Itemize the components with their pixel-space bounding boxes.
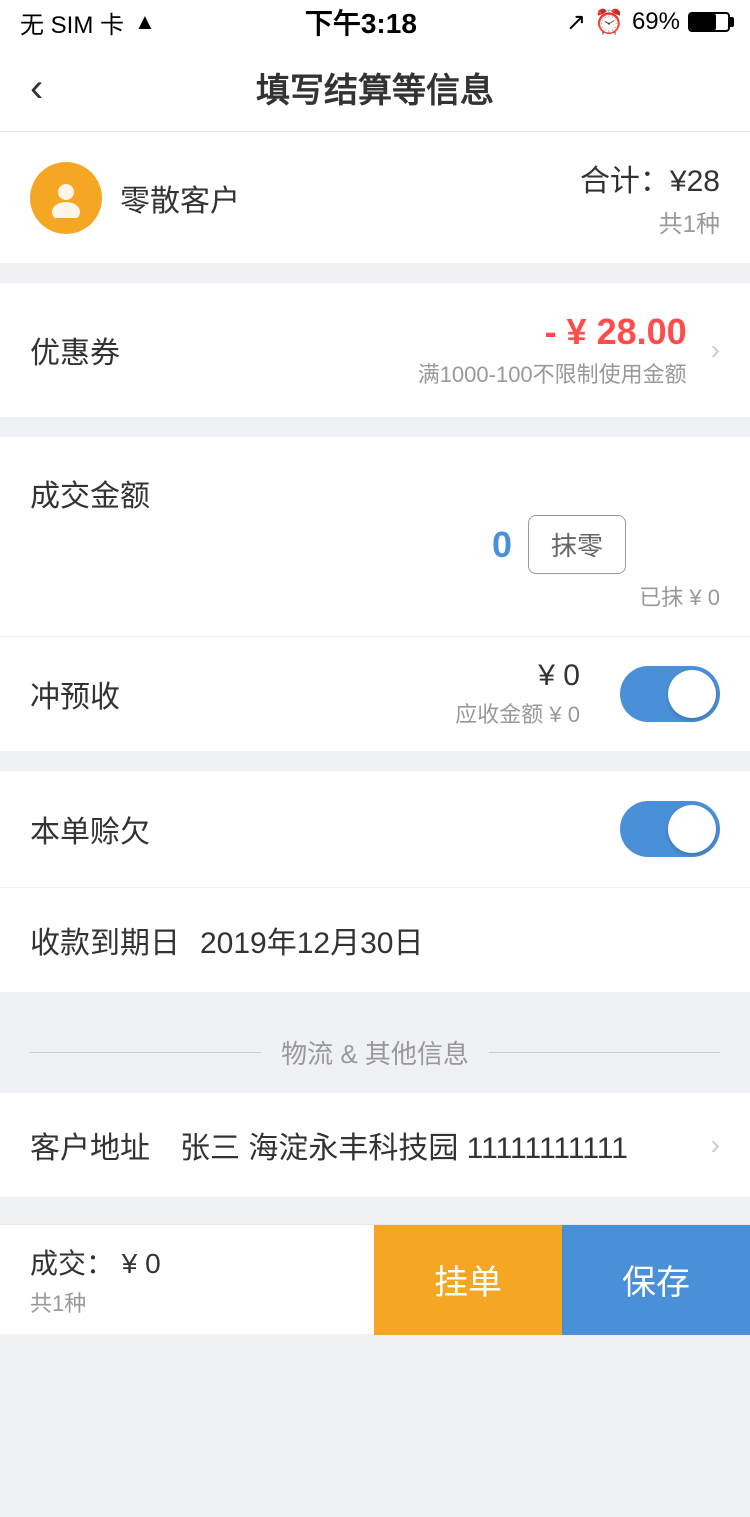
- summary-label: 成交：: [30, 1248, 114, 1279]
- status-right: ↗ ⏰ 69%: [566, 8, 730, 37]
- customer-count: 共1种: [580, 204, 720, 239]
- prepayment-values: ¥ 0 应收金额 ¥ 0: [455, 659, 580, 729]
- divider-2: [0, 417, 750, 437]
- prepayment-section: 冲预收 ¥ 0 应收金额 ¥ 0: [0, 636, 750, 751]
- bottom-summary-main: 成交： ¥ 0: [30, 1242, 344, 1282]
- coupon-value: - ¥ 28.00: [418, 311, 687, 353]
- wifi-icon: ▲: [134, 9, 156, 35]
- battery-icon: [688, 12, 730, 32]
- back-button[interactable]: ‹: [30, 68, 43, 108]
- transaction-section: 成交金额 抹零 已抹 ¥ 0: [0, 437, 750, 636]
- status-bar: 无 SIM 卡 ▲ 下午3:18 ↗ ⏰ 69%: [0, 0, 750, 44]
- time-display: 下午3:18: [305, 2, 417, 42]
- coupon-label: 优惠券: [30, 328, 120, 372]
- address-label: 客户地址: [30, 1123, 150, 1167]
- logistics-header: 物流 & 其他信息: [0, 1012, 750, 1093]
- customer-left: 零散客户: [30, 162, 240, 234]
- coupon-right-col: - ¥ 28.00 满1000-100不限制使用金额: [418, 311, 687, 389]
- pending-button[interactable]: 挂单: [374, 1225, 562, 1335]
- duedate-label: 收款到期日: [30, 918, 180, 962]
- customer-right: 合计：¥28 共1种: [580, 156, 720, 239]
- coupon-row[interactable]: 优惠券 - ¥ 28.00 满1000-100不限制使用金额 ›: [0, 283, 750, 417]
- prepayment-label: 冲预收: [30, 672, 120, 716]
- save-button[interactable]: 保存: [562, 1225, 750, 1335]
- nav-bar: ‹ 填写结算等信息: [0, 44, 750, 132]
- header-line-right: [489, 1052, 720, 1053]
- page-title: 填写结算等信息: [256, 63, 494, 112]
- debit-toggle-knob: [668, 805, 716, 853]
- transaction-row: 成交金额 抹零 已抹 ¥ 0: [0, 437, 750, 636]
- prepayment-amount: ¥ 0: [538, 659, 580, 693]
- coupon-section: 优惠券 - ¥ 28.00 满1000-100不限制使用金额 ›: [0, 283, 750, 417]
- prepayment-sub: 应收金额 ¥ 0: [455, 697, 580, 729]
- address-value: 张三 海淀永丰科技园 11111111111: [180, 1123, 703, 1167]
- alarm-icon: ⏰: [594, 8, 624, 37]
- transaction-input[interactable]: [30, 524, 512, 566]
- battery-percent: 69%: [632, 8, 680, 36]
- address-chevron-icon: ›: [711, 1129, 720, 1161]
- debit-section: 本单赊欠 收款到期日 2019年12月30日: [0, 771, 750, 992]
- coupon-chevron-icon: ›: [711, 334, 720, 366]
- duedate-value: 2019年12月30日: [200, 918, 423, 962]
- bottom-summary: 成交： ¥ 0 共1种: [0, 1242, 374, 1318]
- debit-toggle[interactable]: [620, 801, 720, 857]
- debit-row: 本单赊欠: [0, 771, 750, 887]
- customer-total: 合计：¥28: [580, 156, 720, 200]
- summary-amount: ¥ 0: [122, 1248, 161, 1279]
- status-left: 无 SIM 卡 ▲: [20, 5, 156, 40]
- location-icon: ↗: [566, 8, 586, 37]
- transaction-sub: 已抹 ¥ 0: [639, 585, 720, 610]
- toggle-knob: [668, 670, 716, 718]
- coupon-desc: 满1000-100不限制使用金额: [418, 357, 687, 389]
- divider-1: [0, 263, 750, 283]
- header-line-left: [30, 1052, 261, 1053]
- prepayment-toggle[interactable]: [620, 666, 720, 722]
- transaction-label: 成交金额: [30, 465, 150, 515]
- customer-section: 零散客户 合计：¥28 共1种: [0, 132, 750, 263]
- logistics-header-text: 物流 & 其他信息: [281, 1034, 469, 1071]
- customer-avatar: [30, 162, 102, 234]
- address-row[interactable]: 客户地址 张三 海淀永丰科技园 11111111111 ›: [0, 1093, 750, 1197]
- prepayment-row: 冲预收 ¥ 0 应收金额 ¥ 0: [0, 637, 750, 751]
- divider-4: [0, 992, 750, 1012]
- coupon-right: - ¥ 28.00 满1000-100不限制使用金额 ›: [120, 311, 720, 389]
- carrier-text: 无 SIM 卡: [20, 5, 124, 40]
- bottom-summary-count: 共1种: [30, 1286, 344, 1318]
- debit-label: 本单赊欠: [30, 807, 150, 851]
- duedate-row: 收款到期日 2019年12月30日: [0, 887, 750, 992]
- divider-3: [0, 751, 750, 771]
- customer-name: 零散客户: [120, 176, 240, 220]
- round-button[interactable]: 抹零: [528, 515, 626, 574]
- bottom-bar: 成交： ¥ 0 共1种 挂单 保存: [0, 1224, 750, 1334]
